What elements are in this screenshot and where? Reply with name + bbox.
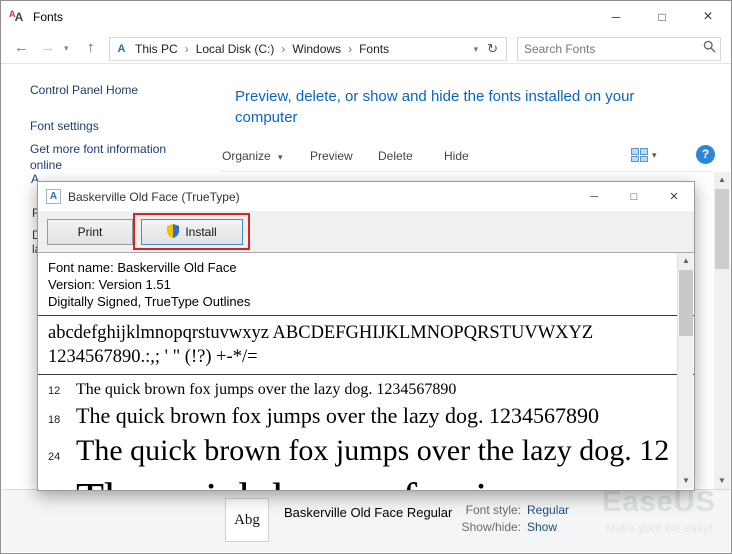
dialog-scrollbar-thumb[interactable]	[679, 270, 693, 336]
breadcrumb-fonts[interactable]: Fonts	[357, 42, 391, 56]
dialog-maximize-button[interactable]: □	[614, 182, 654, 211]
refresh-icon[interactable]: ↻	[483, 41, 502, 57]
search-icon[interactable]	[698, 40, 720, 58]
install-label: Install	[185, 225, 216, 239]
change-view-button[interactable]: ▾	[631, 148, 657, 162]
dialog-window-controls: ─ □ ×	[574, 182, 694, 211]
show-hide-label: Show/hide:	[451, 520, 521, 534]
address-bar[interactable]: A This PC › Local Disk (C:) › Windows › …	[109, 37, 507, 61]
font-preview-dialog: A Baskerville Old Face (TrueType) ─ □ × …	[37, 181, 695, 491]
divider	[38, 374, 694, 375]
sample-text: The quick brown fox jumps over the lazy …	[76, 380, 456, 400]
breadcrumb-separator: ›	[180, 42, 194, 56]
sidebar-item-get-more-font-info[interactable]: Get more font information online	[30, 141, 188, 173]
install-button[interactable]: Install	[141, 219, 243, 245]
forward-button[interactable]: →	[40, 39, 55, 56]
sample-size-label: 24	[48, 451, 76, 463]
scroll-up-icon[interactable]: ▲	[714, 172, 730, 188]
font-version-line: Version: Version 1.51	[48, 276, 664, 293]
view-grid-icon	[631, 148, 649, 162]
sample-size-label: 18	[48, 414, 76, 426]
sample-row-36pt: 36 The quick brown fox jumps over	[48, 472, 664, 490]
dialog-close-button[interactable]: ×	[654, 182, 694, 211]
show-hide-value: Show	[527, 520, 557, 534]
scroll-down-icon[interactable]: ▼	[714, 473, 730, 489]
preview-button[interactable]: Preview	[310, 149, 353, 163]
breadcrumb-separator: ›	[276, 42, 290, 56]
navigation-bar: ← → ▾ ↑ A This PC › Local Disk (C:) › Wi…	[1, 33, 731, 64]
page-title: Preview, delete, or show and hide the fo…	[235, 86, 690, 128]
alphabet-sample-line-1: abcdefghijklmnopqrstuvwxyz ABCDEFGHIJKLM…	[48, 321, 664, 345]
uac-shield-icon	[167, 224, 179, 241]
fonts-app-icon: A A	[11, 9, 27, 25]
maximize-button[interactable]: □	[639, 1, 685, 33]
window-title: Fonts	[33, 10, 63, 24]
font-style-value: Regular	[527, 503, 569, 517]
sample-text: The quick brown fox jumps over the lazy …	[76, 432, 669, 469]
search-input[interactable]	[518, 42, 698, 56]
address-dropdown-icon[interactable]: ▾	[469, 44, 484, 55]
sample-row-18pt: 18 The quick brown fox jumps over the la…	[48, 402, 664, 429]
main-scrollbar[interactable]: ▲ ▼	[714, 172, 730, 489]
fonts-window: A A Fonts ─ □ × ← → ▾ ↑ A This PC › Loca…	[0, 0, 732, 554]
breadcrumb-this-pc[interactable]: This PC	[133, 42, 180, 56]
sample-size-label: 12	[48, 385, 76, 397]
dialog-title-bar: A Baskerville Old Face (TrueType) ─ □ ×	[38, 182, 694, 211]
view-caret-icon: ▾	[652, 150, 657, 161]
help-button[interactable]: ?	[696, 145, 715, 164]
font-preview-tile: Abg	[225, 498, 269, 542]
font-style-label: Font style:	[451, 503, 521, 517]
font-signature-line: Digitally Signed, TrueType Outlines	[48, 293, 664, 310]
sample-text: The quick brown fox jumps over the lazy …	[76, 402, 599, 429]
breadcrumb-separator: ›	[343, 42, 357, 56]
app-icon-red-letter: A	[9, 6, 16, 22]
dialog-button-row: Print Install	[38, 211, 694, 252]
breadcrumb-windows[interactable]: Windows	[290, 42, 343, 56]
dialog-minimize-button[interactable]: ─	[574, 182, 614, 211]
dialog-font-icon: A	[46, 189, 61, 204]
organize-label: Organize	[222, 149, 271, 163]
sidebar-item-control-panel-home[interactable]: Control Panel Home	[30, 82, 138, 98]
organize-caret-icon: ▾	[278, 152, 283, 162]
alphabet-sample-line-2: 1234567890.:,; ' " (!?) +-*/=	[48, 345, 664, 369]
organize-button[interactable]: Organize ▾	[222, 149, 283, 163]
dialog-scrollbar[interactable]: ▲ ▼	[677, 253, 693, 489]
main-scrollbar-thumb[interactable]	[715, 189, 729, 269]
dialog-preview-content: Font name: Baskerville Old Face Version:…	[38, 252, 694, 490]
hide-button[interactable]: Hide	[444, 149, 469, 163]
selected-font-name: Baskerville Old Face Regular	[284, 505, 452, 520]
print-button[interactable]: Print	[47, 219, 133, 245]
font-name-line: Font name: Baskerville Old Face	[48, 259, 664, 276]
dialog-scroll-down-icon[interactable]: ▼	[678, 473, 694, 489]
details-pane	[2, 489, 730, 552]
up-button[interactable]: ↑	[87, 39, 95, 56]
title-bar: A A Fonts ─ □ ×	[1, 1, 731, 33]
search-box[interactable]	[517, 37, 721, 61]
breadcrumb-local-disk[interactable]: Local Disk (C:)	[194, 42, 277, 56]
sidebar-item-font-settings[interactable]: Font settings	[30, 118, 99, 134]
close-button[interactable]: ×	[685, 1, 731, 33]
minimize-button[interactable]: ─	[593, 1, 639, 33]
window-controls: ─ □ ×	[593, 1, 731, 33]
delete-button[interactable]: Delete	[378, 149, 413, 163]
history-dropdown-icon[interactable]: ▾	[64, 43, 69, 54]
divider	[38, 315, 694, 316]
back-button[interactable]: ←	[14, 39, 29, 56]
dialog-scroll-up-icon[interactable]: ▲	[678, 253, 694, 269]
sample-row-12pt: 12 The quick brown fox jumps over the la…	[48, 380, 664, 400]
dialog-title: Baskerville Old Face (TrueType)	[68, 190, 574, 204]
address-fonts-icon: A	[114, 42, 129, 57]
sample-row-24pt: 24 The quick brown fox jumps over the la…	[48, 432, 664, 469]
sample-text: The quick brown fox jumps over	[76, 472, 680, 490]
